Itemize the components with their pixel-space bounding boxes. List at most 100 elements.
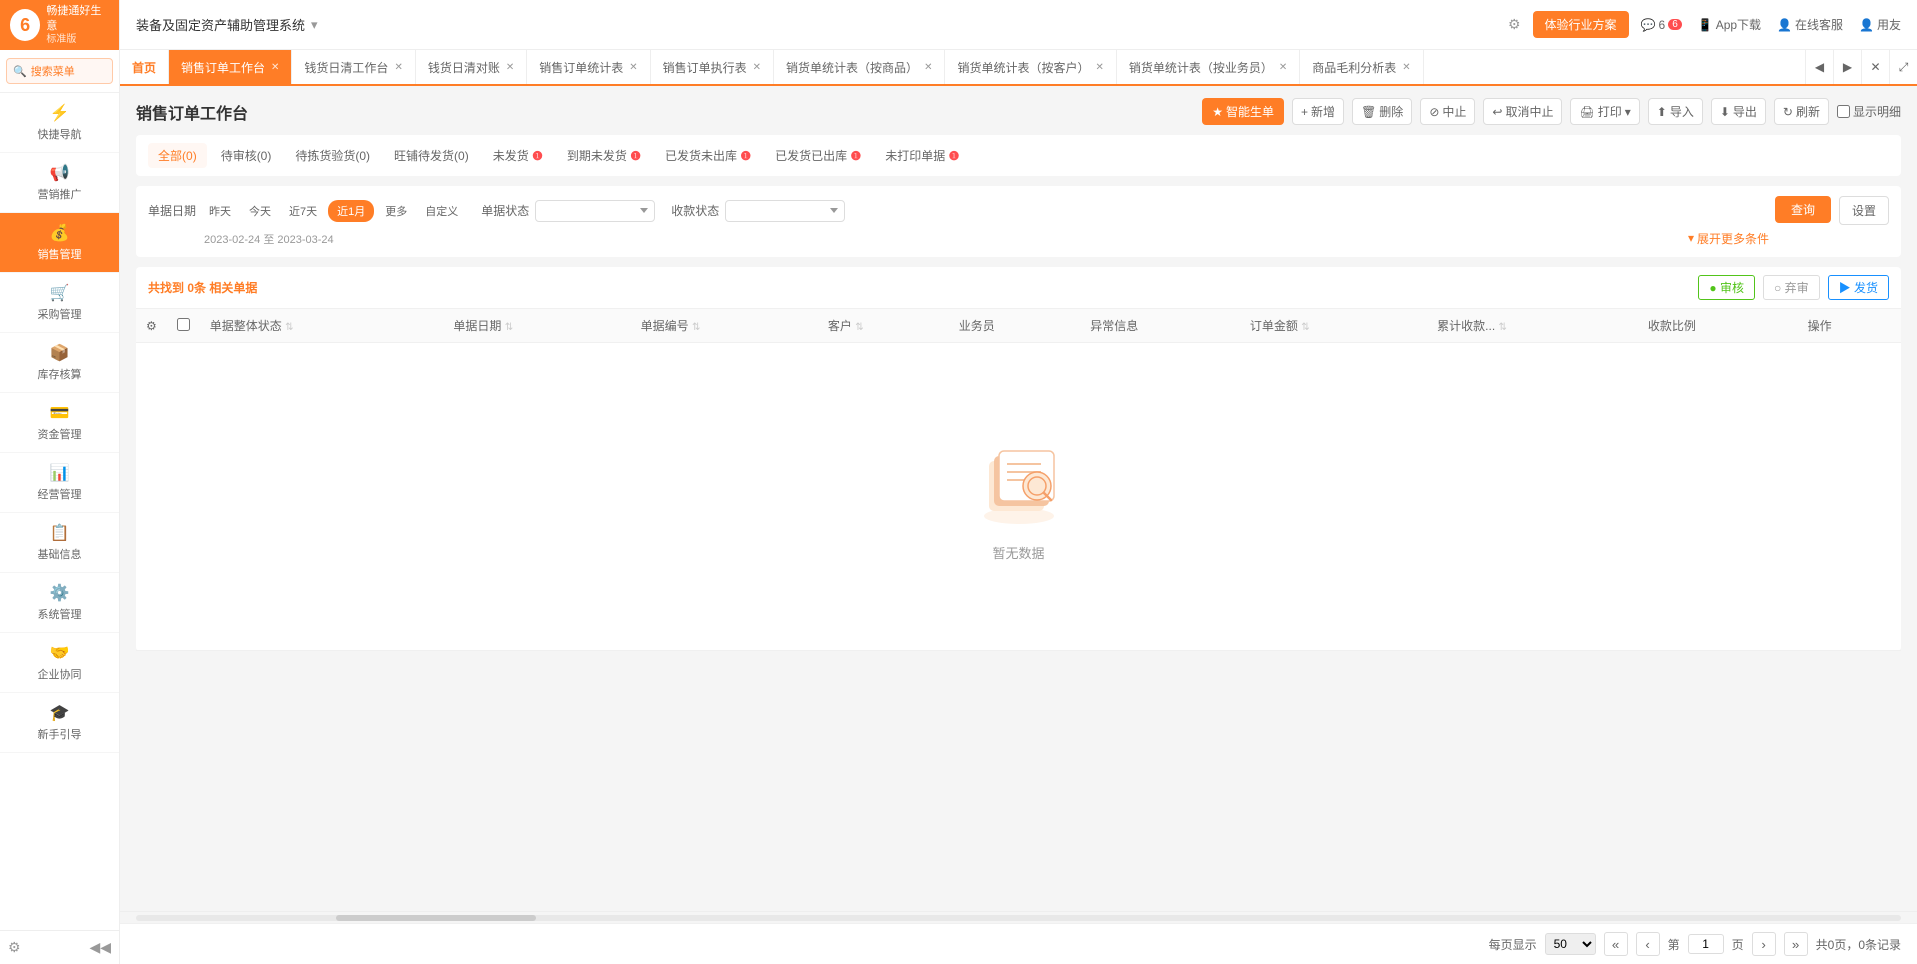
sub-tab-not-printed[interactable]: 未打印单据 ❶	[875, 143, 969, 168]
tab-sales-order-close[interactable]: ✕	[271, 62, 279, 73]
stop-btn[interactable]: ⊘ 中止	[1420, 98, 1475, 125]
tab-sales-summary-staff[interactable]: 销货单统计表（按业务员） ✕	[1117, 50, 1300, 85]
tab-sales-summary-product[interactable]: 销货单统计表（按商品） ✕	[774, 50, 945, 85]
add-btn[interactable]: + 新增	[1292, 98, 1344, 125]
tab-sales-summary-customer[interactable]: 销货单统计表（按客户） ✕	[945, 50, 1116, 85]
last-page-btn[interactable]: »	[1784, 932, 1808, 956]
sidebar-item-guide[interactable]: 🎓 新手引导	[0, 693, 119, 753]
tab-cash-daily-close[interactable]: ✕	[394, 62, 402, 73]
tab-scroll-right[interactable]: ▶	[1833, 50, 1861, 85]
system-icon: ⚙️	[50, 583, 70, 603]
sidebar-item-finance[interactable]: 💳 资金管理	[0, 393, 119, 453]
sub-tab-shipped-not-out[interactable]: 已发货未出库 ❶	[655, 143, 761, 168]
col-amount: 订单金额 ⇅	[1240, 309, 1427, 343]
message-action[interactable]: 💬 6 6	[1641, 18, 1682, 32]
tab-sales-order[interactable]: 销售订单工作台 ✕	[169, 50, 292, 85]
sort-date-icon[interactable]: ⇅	[505, 322, 513, 333]
sort-number-icon[interactable]: ⇅	[692, 322, 700, 333]
show-detail-label[interactable]: 显示明细	[1837, 103, 1901, 120]
tab-sales-exec-close[interactable]: ✕	[753, 62, 761, 73]
sidebar-item-sales[interactable]: 💰 销售管理	[0, 213, 119, 273]
col-checkbox[interactable]	[167, 309, 200, 343]
date-btn-more[interactable]: 更多	[378, 200, 414, 222]
sub-tab-wangpu-ship[interactable]: 旺铺待发货(0)	[384, 143, 479, 168]
show-detail-checkbox[interactable]	[1837, 105, 1850, 118]
sub-tab-overdue-ship[interactable]: 到期未发货 ❶	[557, 143, 651, 168]
cancel-audit-btn[interactable]: ○ 弃审	[1763, 275, 1820, 300]
ship-btn[interactable]: ▶ 发货	[1828, 275, 1889, 300]
first-page-btn[interactable]: «	[1604, 932, 1628, 956]
trial-btn[interactable]: 体验行业方案	[1533, 11, 1629, 38]
sort-status-icon[interactable]: ⇅	[285, 322, 293, 333]
audit-btn[interactable]: ● 审核	[1698, 275, 1755, 300]
next-page-btn[interactable]: ›	[1752, 932, 1776, 956]
sidebar-item-purchase[interactable]: 🛒 采购管理	[0, 273, 119, 333]
tab-sales-stat[interactable]: 销售订单统计表 ✕	[527, 50, 650, 85]
sub-tab-pending-inspect[interactable]: 待拣货验货(0)	[285, 143, 380, 168]
sidebar-item-marketing[interactable]: 📢 营销推广	[0, 153, 119, 213]
per-page-select[interactable]: 10 20 50 100	[1545, 933, 1596, 955]
horizontal-scrollbar[interactable]	[120, 911, 1917, 923]
sidebar-item-basic-info[interactable]: 📋 基础信息	[0, 513, 119, 573]
tab-scroll-left[interactable]: ◀	[1805, 50, 1833, 85]
tab-home[interactable]: 首页	[120, 50, 169, 85]
tab-cash-reconcile[interactable]: 钱货日清对账 ✕	[416, 50, 527, 85]
tab-product-margin[interactable]: 商品毛利分析表 ✕	[1300, 50, 1423, 85]
sort-collected-icon[interactable]: ⇅	[1499, 322, 1507, 333]
date-btn-yesterday[interactable]: 昨天	[202, 200, 238, 222]
sub-tab-not-shipped[interactable]: 未发货 ❶	[483, 143, 553, 168]
sidebar-item-operations[interactable]: 📊 经营管理	[0, 453, 119, 513]
select-all-checkbox[interactable]	[177, 318, 190, 331]
prev-page-btn[interactable]: ‹	[1636, 932, 1660, 956]
sort-customer-icon[interactable]: ⇅	[855, 322, 863, 333]
cancel-stop-btn[interactable]: ↩ 取消中止	[1483, 98, 1562, 125]
tab-sales-summary-staff-close[interactable]: ✕	[1279, 62, 1287, 73]
app-download-action[interactable]: 📱 App下载	[1698, 16, 1761, 33]
col-settings[interactable]: ⚙	[136, 309, 167, 343]
online-service-action[interactable]: 👤 在线客服	[1777, 16, 1843, 33]
tab-cash-reconcile-close[interactable]: ✕	[506, 62, 514, 73]
refresh-btn[interactable]: ↻ 刷新	[1774, 98, 1829, 125]
smart-generate-btn[interactable]: ★ 智能生单	[1202, 98, 1284, 125]
sub-tab-shipped-out[interactable]: 已发货已出库 ❶	[765, 143, 871, 168]
sort-amount-icon[interactable]: ⇅	[1301, 322, 1309, 333]
status-select[interactable]	[535, 200, 655, 222]
tab-close-all[interactable]: ✕	[1861, 50, 1889, 85]
date-btn-today[interactable]: 今天	[242, 200, 278, 222]
settings-bottom-icon[interactable]: ⚙	[8, 939, 21, 956]
tab-product-margin-close[interactable]: ✕	[1402, 62, 1410, 73]
date-btn-7days[interactable]: 近7天	[282, 200, 324, 222]
query-btn[interactable]: 查询	[1775, 196, 1831, 223]
sub-tab-pending-review[interactable]: 待审核(0)	[211, 143, 282, 168]
tab-sales-summary-customer-close[interactable]: ✕	[1095, 62, 1103, 73]
expand-filter-btn[interactable]: ▾ 展开更多条件	[1688, 230, 1769, 247]
sidebar-item-system[interactable]: ⚙️ 系统管理	[0, 573, 119, 633]
sidebar-item-quick-nav[interactable]: ⚡ 快捷导航	[0, 93, 119, 153]
tab-sales-exec[interactable]: 销售订单执行表 ✕	[651, 50, 774, 85]
delete-btn[interactable]: 🗑 删除	[1352, 98, 1412, 125]
title-dropdown-arrow[interactable]: ▾	[311, 17, 318, 33]
tab-sales-summary-product-close[interactable]: ✕	[924, 62, 932, 73]
print-btn[interactable]: 🖨 打印 ▾	[1570, 98, 1639, 125]
export-btn[interactable]: ⬇ 导出	[1711, 98, 1766, 125]
tab-cash-daily[interactable]: 钱货日清工作台 ✕	[292, 50, 415, 85]
import-btn[interactable]: ⬆ 导入	[1648, 98, 1703, 125]
page-number-input[interactable]	[1688, 934, 1724, 954]
date-btn-custom[interactable]: 自定义	[418, 200, 465, 222]
search-menu-button[interactable]: 🔍 搜索菜单	[6, 58, 113, 84]
payment-select[interactable]	[725, 200, 845, 222]
purchase-icon: 🛒	[50, 283, 70, 303]
scrollbar-track[interactable]	[136, 915, 1901, 921]
sub-tab-all[interactable]: 全部(0)	[148, 143, 207, 168]
scrollbar-thumb[interactable]	[336, 915, 536, 921]
date-btn-1month[interactable]: 近1月	[328, 200, 374, 222]
tab-sales-stat-close[interactable]: ✕	[629, 62, 637, 73]
collapse-sidebar-icon[interactable]: ◀◀	[89, 939, 111, 956]
set-btn[interactable]: 设置	[1839, 196, 1889, 225]
user-action[interactable]: 👤 用友	[1859, 16, 1901, 33]
header-gear-icon[interactable]: ⚙	[1508, 16, 1521, 33]
chevron-down-icon: ▾	[1688, 231, 1694, 245]
tab-maximize[interactable]: ⤢	[1889, 50, 1917, 85]
sidebar-item-inventory[interactable]: 📦 库存核算	[0, 333, 119, 393]
sidebar-item-enterprise[interactable]: 🤝 企业协同	[0, 633, 119, 693]
